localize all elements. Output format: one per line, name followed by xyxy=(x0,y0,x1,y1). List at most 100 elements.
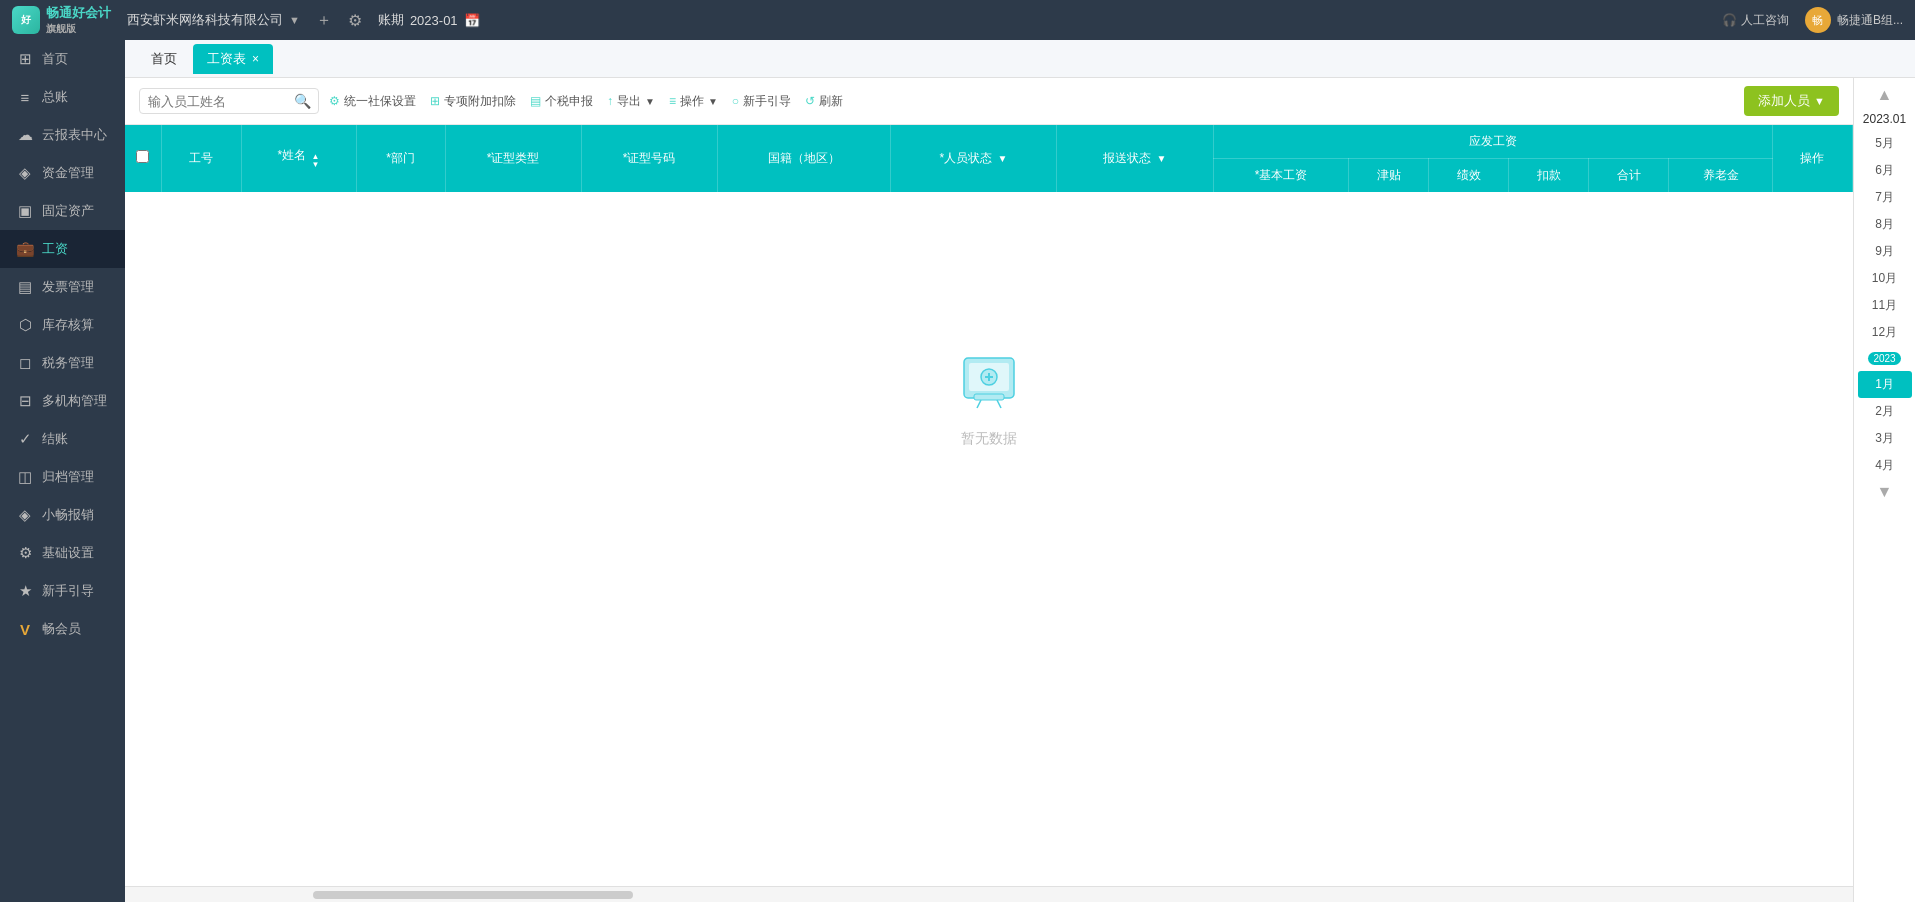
chevron-down-icon: ▼ xyxy=(289,14,300,26)
sidebar-item-tax[interactable]: ◻ 税务管理 xyxy=(0,344,125,382)
sidebar-item-expense[interactable]: ◈ 小畅报销 xyxy=(0,496,125,534)
empty-text: 暂无数据 xyxy=(961,430,1017,448)
sidebar-item-multi[interactable]: ⊟ 多机构管理 xyxy=(0,382,125,420)
export-btn[interactable]: ↑ 导出 ▼ xyxy=(607,93,655,110)
month-6[interactable]: 6月 xyxy=(1858,157,1912,184)
sidebar-item-cloud[interactable]: ☁ 云报表中心 xyxy=(0,116,125,154)
service-button[interactable]: 🎧 人工咨询 xyxy=(1722,12,1789,29)
member-icon: V xyxy=(16,621,34,638)
filter-status-icon[interactable]: ▼ xyxy=(998,153,1008,164)
service-label: 人工咨询 xyxy=(1741,12,1789,29)
toolbar-actions: ⚙ 统一社保设置 ⊞ 专项附加扣除 ▤ 个税申报 xyxy=(329,93,843,110)
add-icon[interactable]: ＋ xyxy=(312,8,336,33)
topbar-right: 🎧 人工咨询 畅 畅捷通B组... xyxy=(1722,7,1903,33)
company-name: 西安虾米网络科技有限公司 xyxy=(127,11,283,29)
operate-btn[interactable]: ≡ 操作 ▼ xyxy=(669,93,718,110)
add-person-button[interactable]: 添加人员 ▼ xyxy=(1744,86,1839,116)
month-11[interactable]: 11月 xyxy=(1858,292,1912,319)
user-menu[interactable]: 畅 畅捷通B组... xyxy=(1805,7,1903,33)
scroll-down-icon[interactable]: ▼ xyxy=(1873,479,1897,505)
calendar-icon[interactable]: 📅 xyxy=(464,13,480,28)
period-value: 2023-01 xyxy=(410,13,458,28)
refresh-icon: ↺ xyxy=(805,94,815,108)
th-name: *姓名 ▲▼ xyxy=(241,125,356,192)
empty-state: 暂无数据 xyxy=(125,193,1853,593)
sidebar-item-salary[interactable]: 💼 工资 xyxy=(0,230,125,268)
sidebar-label-inventory: 库存核算 xyxy=(42,316,94,334)
tab-home[interactable]: 首页 xyxy=(137,44,191,74)
tax-icon: ◻ xyxy=(16,354,34,372)
main-area: ⊞ 首页 ≡ 总账 ☁ 云报表中心 ◈ 资金管理 ▣ 固定资产 💼 工资 xyxy=(0,40,1915,902)
horizontal-scrollbar[interactable] xyxy=(313,891,633,899)
filter-report-icon[interactable]: ▼ xyxy=(1156,153,1166,164)
tab-close-icon[interactable]: × xyxy=(252,52,259,66)
search-input[interactable] xyxy=(148,94,288,109)
month-4[interactable]: 4月 xyxy=(1858,452,1912,479)
select-all-checkbox[interactable] xyxy=(136,150,149,163)
tax-report-icon: ▤ xyxy=(530,94,541,108)
month-10[interactable]: 10月 xyxy=(1858,265,1912,292)
sidebar-item-member[interactable]: V 畅会员 xyxy=(0,610,125,648)
sidebar-label-expense: 小畅报销 xyxy=(42,506,94,524)
sidebar-item-home[interactable]: ⊞ 首页 xyxy=(0,40,125,78)
tax-report-btn[interactable]: ▤ 个税申报 xyxy=(530,93,593,110)
th-report-status: 报送状态 ▼ xyxy=(1056,125,1213,192)
sidebar-item-inventory[interactable]: ⬡ 库存核算 xyxy=(0,306,125,344)
th-deduct: 扣款 xyxy=(1509,159,1589,193)
refresh-label: 刷新 xyxy=(819,93,843,110)
sidebar-item-invoice[interactable]: ▤ 发票管理 xyxy=(0,268,125,306)
month-1[interactable]: 1月 xyxy=(1858,371,1912,398)
period-label: 账期 xyxy=(378,11,404,29)
sidebar-label-ledger: 总账 xyxy=(42,88,68,106)
special-deduct-btn[interactable]: ⊞ 专项附加扣除 xyxy=(430,93,516,110)
logo-icon: 好 xyxy=(12,6,40,34)
month-5[interactable]: 5月 xyxy=(1858,130,1912,157)
period-selector: 账期 2023-01 📅 xyxy=(378,11,480,29)
month-7[interactable]: 7月 xyxy=(1858,184,1912,211)
logo-sub: 旗舰版 xyxy=(46,22,111,36)
sidebar-item-fund[interactable]: ◈ 资金管理 xyxy=(0,154,125,192)
tab-salary[interactable]: 工资表 × xyxy=(193,44,273,74)
right-panel: ▲ 2023.01 5月 6月 7月 8月 9月 10月 11月 12月 202… xyxy=(1853,78,1915,902)
month-12[interactable]: 12月 xyxy=(1858,319,1912,346)
svg-line-7 xyxy=(997,400,1001,408)
th-social-ins: 养老金 xyxy=(1669,159,1772,193)
sort-name-icon[interactable]: ▲▼ xyxy=(312,153,320,169)
month-3[interactable]: 3月 xyxy=(1858,425,1912,452)
sidebar-item-ledger[interactable]: ≡ 总账 xyxy=(0,78,125,116)
scroll-up-icon[interactable]: ▲ xyxy=(1873,82,1897,108)
logo-main: 畅通好会计 xyxy=(46,4,111,22)
operate-label: 操作 xyxy=(680,93,704,110)
company-selector[interactable]: 西安虾米网络科技有限公司 ▼ xyxy=(127,11,300,29)
settings-icon[interactable]: ⚙ xyxy=(344,9,366,32)
newguide-toolbar-label: 新手引导 xyxy=(743,93,791,110)
add-person-label: 添加人员 xyxy=(1758,92,1810,110)
sidebar-item-settings[interactable]: ⚙ 基础设置 xyxy=(0,534,125,572)
month-2[interactable]: 2月 xyxy=(1858,398,1912,425)
sidebar: ⊞ 首页 ≡ 总账 ☁ 云报表中心 ◈ 资金管理 ▣ 固定资产 💼 工资 xyxy=(0,40,125,902)
sidebar-item-archive[interactable]: ◫ 归档管理 xyxy=(0,458,125,496)
home-icon: ⊞ xyxy=(16,50,34,68)
th-cert-type: *证型类型 xyxy=(445,125,581,192)
month-9[interactable]: 9月 xyxy=(1858,238,1912,265)
sidebar-label-assets: 固定资产 xyxy=(42,202,94,220)
th-allowance: 津贴 xyxy=(1349,159,1429,193)
newguide-btn[interactable]: ○ 新手引导 xyxy=(732,93,791,110)
social-icon: ⚙ xyxy=(329,94,340,108)
svg-rect-5 xyxy=(974,394,1004,400)
sidebar-item-settle[interactable]: ✓ 结账 xyxy=(0,420,125,458)
social-settings-btn[interactable]: ⚙ 统一社保设置 xyxy=(329,93,416,110)
tax-report-label: 个税申报 xyxy=(545,93,593,110)
main-content: 🔍 ⚙ 统一社保设置 ⊞ 专项附加扣除 xyxy=(125,78,1853,902)
th-total: 合计 xyxy=(1589,159,1669,193)
sidebar-label-salary: 工资 xyxy=(42,240,68,258)
social-label: 统一社保设置 xyxy=(344,93,416,110)
th-person-status: *人员状态 ▼ xyxy=(891,125,1057,192)
sidebar-item-newguide[interactable]: ★ 新手引导 xyxy=(0,572,125,610)
sidebar-label-invoice: 发票管理 xyxy=(42,278,94,296)
content-area: 首页 工资表 × 🔍 xyxy=(125,40,1915,902)
month-8[interactable]: 8月 xyxy=(1858,211,1912,238)
sidebar-item-assets[interactable]: ▣ 固定资产 xyxy=(0,192,125,230)
topbar-actions: ＋ ⚙ xyxy=(312,8,366,33)
refresh-btn[interactable]: ↺ 刷新 xyxy=(805,93,843,110)
